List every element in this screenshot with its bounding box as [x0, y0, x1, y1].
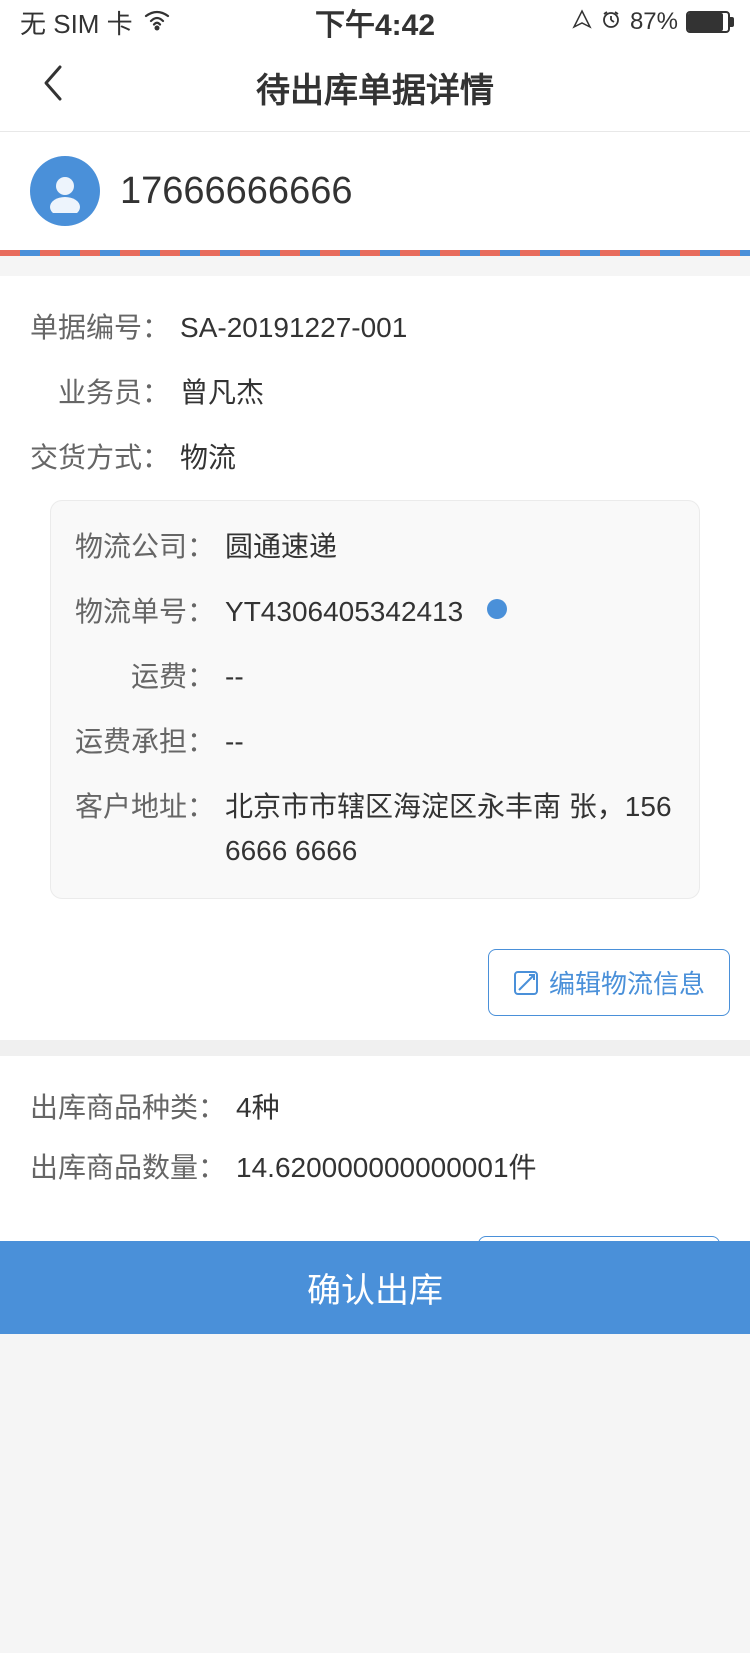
battery-icon	[686, 11, 730, 33]
empty-space	[0, 1333, 750, 1533]
goods-type-value: 4种	[226, 1086, 280, 1126]
order-no-row: 单据编号： SA-20191227-001	[30, 306, 720, 351]
order-no-value: SA-20191227-001	[170, 306, 720, 351]
goods-type-label: 出库商品种类：	[30, 1086, 226, 1126]
back-button[interactable]	[30, 53, 74, 122]
battery-percentage: 87%	[630, 8, 678, 36]
goods-quantity-row: 出库商品数量： 14.620000000000001件	[30, 1146, 720, 1186]
sales-person-label: 业务员：	[30, 371, 170, 416]
nav-bar: 待出库单据详情	[0, 44, 750, 132]
edit-icon	[513, 970, 539, 996]
page-title: 待出库单据详情	[256, 63, 494, 112]
freight-row: 运费： --	[75, 655, 675, 700]
carrier-text: 无 SIM 卡	[20, 4, 133, 41]
tracking-no-row: 物流单号： YT43064053424​13	[75, 590, 675, 635]
freight-bearer-row: 运费承担： --	[75, 720, 675, 765]
customer-phone: 17666666666	[120, 170, 352, 213]
goods-section: 出库商品种类： 4种 出库商品数量： 14.620000000000001件	[0, 1056, 750, 1216]
goods-quantity-value: 14.620000000000001件	[226, 1146, 537, 1186]
logistics-company-row: 物流公司： 圆通速递	[75, 525, 675, 570]
address-row: 客户地址： 北京市市辖区海淀区永丰南 张，156 6666 6666	[75, 785, 675, 875]
delivery-method-row: 交货方式： 物流	[30, 436, 720, 481]
logistics-card: 物流公司： 圆通速递 物流单号： YT43064053424​13	[50, 500, 700, 899]
logistics-company-value: 圆通速递	[215, 525, 675, 570]
content-area: 17666666666 单据编号： SA-20191227-001 业务员： 曾…	[0, 132, 750, 1653]
delivery-method-label: 交货方式：	[30, 436, 170, 481]
section-separator	[0, 1040, 750, 1056]
wifi-icon	[143, 7, 171, 38]
alarm-icon	[600, 8, 622, 37]
customer-header: 17666666666	[0, 132, 750, 250]
tracking-no-label: 物流单号：	[75, 590, 215, 635]
location-arrow-icon	[572, 8, 592, 36]
status-right: 87%	[572, 8, 730, 37]
delivery-method-value: 物流	[170, 436, 720, 481]
status-bar: 无 SIM 卡 下午4:42 87%	[0, 0, 750, 44]
freight-bearer-value: --	[215, 720, 675, 765]
edit-logistics-button[interactable]: 编辑物流信息	[488, 949, 730, 1016]
freight-value: --	[215, 655, 675, 700]
tracking-no-value: YT43064053424​13	[215, 590, 675, 635]
edit-btn-row: 编辑物流信息	[0, 929, 750, 1040]
dashed-divider	[0, 250, 750, 256]
status-time: 下午4:42	[315, 0, 435, 44]
goods-type-row: 出库商品种类： 4种	[30, 1086, 720, 1126]
logistics-company-label: 物流公司：	[75, 525, 215, 570]
sales-person-row: 业务员： 曾凡杰	[30, 371, 720, 416]
goods-quantity-label: 出库商品数量：	[30, 1146, 226, 1186]
order-no-label: 单据编号：	[30, 306, 170, 351]
avatar	[30, 156, 100, 226]
sales-person-value: 曾凡杰	[170, 371, 720, 416]
confirm-outbound-button[interactable]: 确认出库	[0, 1263, 750, 1312]
bottom-btn-area: 确认出库	[0, 1241, 750, 1334]
freight-bearer-label: 运费承担：	[75, 720, 215, 765]
status-left: 无 SIM 卡	[20, 4, 171, 41]
address-value: 北京市市辖区海淀区永丰南 张，156 6666 6666	[215, 785, 675, 875]
freight-label: 运费：	[75, 655, 215, 700]
address-label: 客户地址：	[75, 785, 215, 830]
map-pin-icon[interactable]	[479, 595, 515, 631]
edit-logistics-label: 编辑物流信息	[549, 964, 705, 1001]
order-info-section: 单据编号： SA-20191227-001 业务员： 曾凡杰 交货方式： 物流 …	[0, 276, 750, 929]
